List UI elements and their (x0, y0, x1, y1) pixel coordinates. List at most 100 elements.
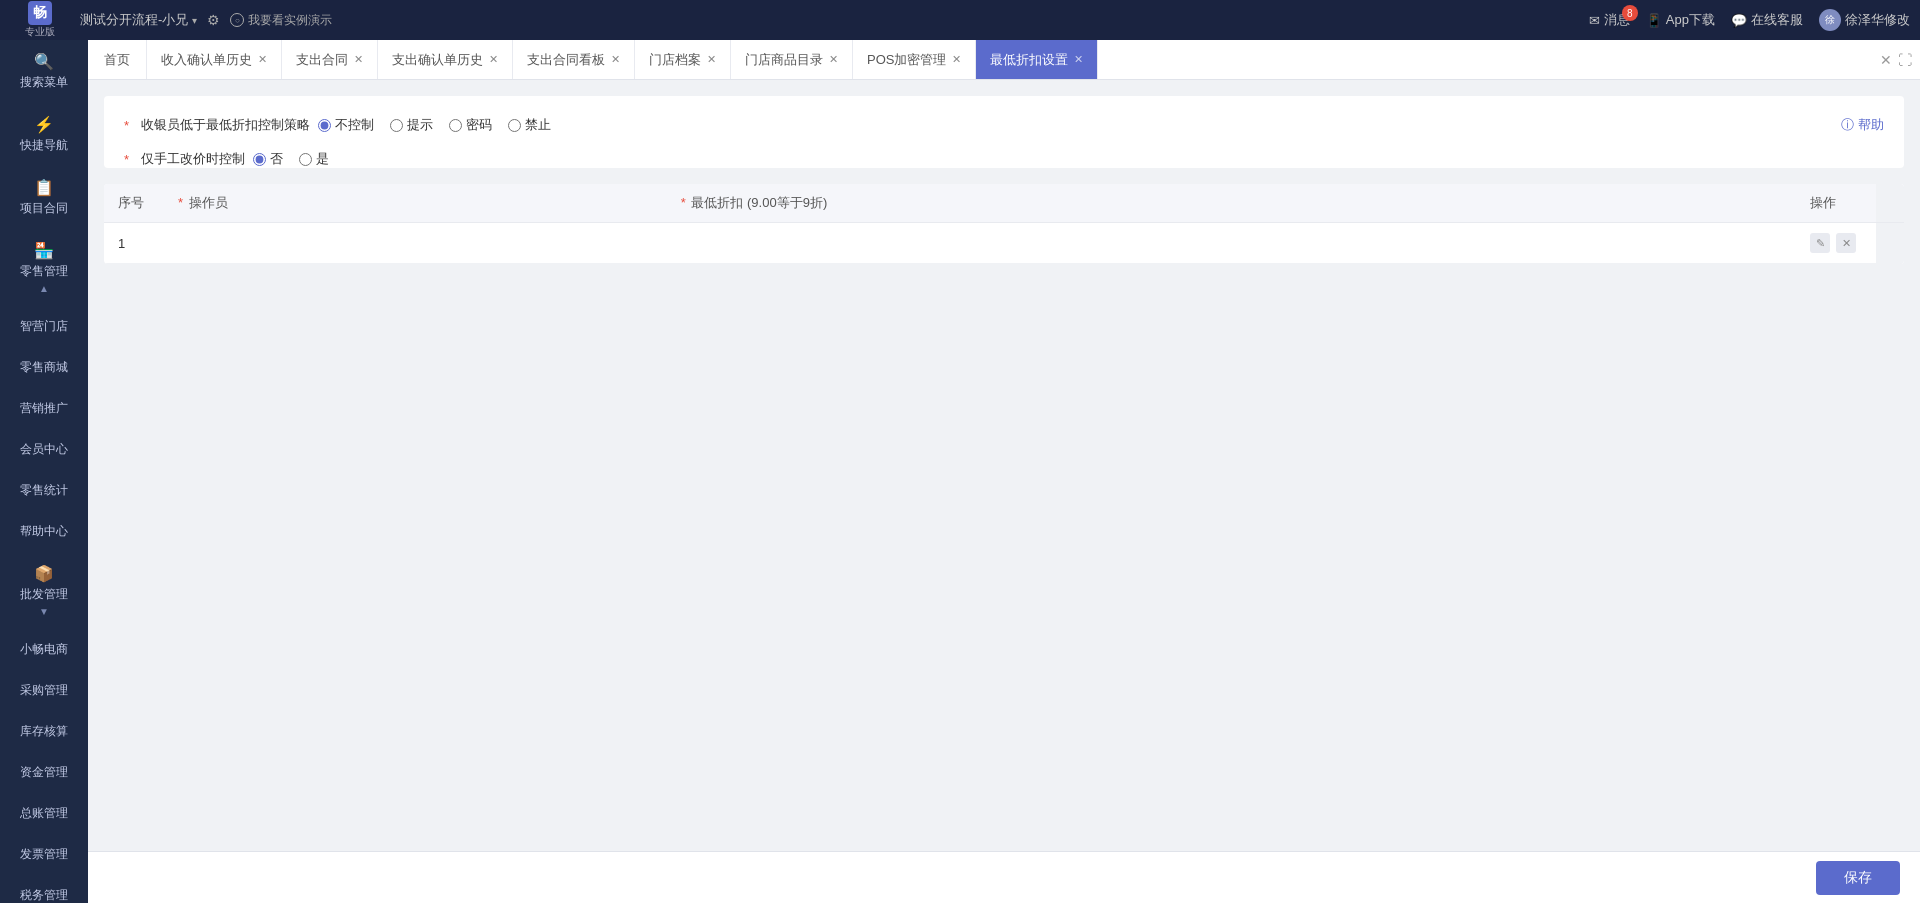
settings-icon[interactable]: ⚙ (207, 12, 220, 28)
wholesale-icon: 📦 (34, 564, 54, 583)
tab-store-files-close-icon[interactable]: ✕ (707, 53, 716, 66)
delete-row-button[interactable]: ✕ (1836, 233, 1856, 253)
sidebar-item-help[interactable]: 帮助中心 (0, 511, 88, 552)
form-card: * 收银员低于最低折扣控制策略 不控制 提示 密码 (104, 96, 1904, 168)
sidebar-item-retail[interactable]: 🏪 零售管理 ▲ (0, 229, 88, 306)
th-scrollbar-spacer (1876, 184, 1904, 223)
avatar: 徐 (1819, 9, 1841, 31)
radio-forbid-input[interactable] (508, 119, 521, 132)
sidebar-item-inventory[interactable]: 库存核算 (0, 711, 88, 752)
sidebar-item-tax[interactable]: 税务管理 (0, 875, 88, 903)
tab-min-discount-label: 最低折扣设置 (990, 51, 1068, 69)
radio-manual-no-input[interactable] (253, 153, 266, 166)
scrollbar-spacer-cell (1876, 223, 1904, 264)
tab-store-catalog-close-icon[interactable]: ✕ (829, 53, 838, 66)
tab-min-discount[interactable]: 最低折扣设置 ✕ (976, 40, 1098, 80)
radio-manual-yes-label: 是 (316, 150, 329, 168)
radio-remind-input[interactable] (390, 119, 403, 132)
radio-manual-no[interactable]: 否 (253, 150, 283, 168)
sidebar-item-search[interactable]: 🔍 搜索菜单 (0, 40, 88, 103)
discount-policy-label: 收银员低于最低折扣控制策略 (141, 116, 310, 134)
edit-row-button[interactable]: ✎ (1810, 233, 1830, 253)
messages-button[interactable]: ✉ 消息 8 (1589, 11, 1630, 29)
tab-payment-board-label: 支出合同看板 (527, 51, 605, 69)
user-menu[interactable]: 徐 徐泽华修改 (1819, 9, 1910, 31)
tab-payment-history-close-icon[interactable]: ✕ (489, 53, 498, 66)
sidebar-item-ecommerce[interactable]: 小畅电商 (0, 629, 88, 670)
th-operator-required-star: * (178, 195, 183, 210)
online-service-button[interactable]: 💬 在线客服 (1731, 11, 1803, 29)
tab-payment-history[interactable]: 支出确认单历史 ✕ (378, 40, 513, 80)
tab-pos-password-label: POS加密管理 (867, 51, 946, 69)
th-action-label: 操作 (1810, 195, 1836, 210)
tab-income-history-close-icon[interactable]: ✕ (258, 53, 267, 66)
tab-home-label: 首页 (104, 51, 130, 69)
radio-forbid[interactable]: 禁止 (508, 116, 551, 134)
retail-icon: 🏪 (34, 241, 54, 260)
table-row: 1 ✎ (104, 223, 1904, 264)
tab-store-catalog[interactable]: 门店商品目录 ✕ (731, 40, 853, 80)
topbar-right: ✉ 消息 8 📱 App下载 💬 在线客服 徐 徐泽华修改 (1589, 9, 1910, 31)
radio-manual-yes-input[interactable] (299, 153, 312, 166)
username-label: 徐泽华修改 (1845, 11, 1910, 29)
help-link[interactable]: ⓘ 帮助 (1841, 116, 1884, 134)
required-star-2: * (124, 152, 129, 167)
radio-manual-yes[interactable]: 是 (299, 150, 329, 168)
tab-home[interactable]: 首页 (88, 40, 147, 80)
tab-min-discount-close-icon[interactable]: ✕ (1074, 53, 1083, 66)
sidebar-item-wholesale[interactable]: 📦 批发管理 ▼ (0, 552, 88, 629)
radio-no-control-label: 不控制 (335, 116, 374, 134)
app-version-label: 专业版 (25, 25, 55, 39)
wholesale-label: 批发管理 (20, 586, 68, 603)
delete-icon: ✕ (1842, 237, 1851, 250)
ecommerce-label: 小畅电商 (20, 641, 68, 658)
discount-policy-radio-group: 不控制 提示 密码 禁止 (318, 116, 551, 134)
sidebar-item-retail-mall[interactable]: 零售商城 (0, 347, 88, 388)
tab-payment-history-label: 支出确认单历史 (392, 51, 483, 69)
topbar: 畅 专业版 测试分开流程-小兄 ▾ ⚙ ○ 我要看实例演示 ✉ 消息 8 📱 A… (0, 0, 1920, 40)
radio-manual-no-label: 否 (270, 150, 283, 168)
radio-remind[interactable]: 提示 (390, 116, 433, 134)
demo-link[interactable]: ○ 我要看实例演示 (230, 12, 332, 29)
help-label-text: 帮助 (1858, 116, 1884, 134)
tab-pos-password[interactable]: POS加密管理 ✕ (853, 40, 976, 80)
tab-income-history[interactable]: 收入确认单历史 ✕ (147, 40, 282, 80)
cell-operator (164, 223, 667, 264)
sidebar-item-shortcut[interactable]: ⚡ 快捷导航 (0, 103, 88, 166)
sidebar-item-invoice[interactable]: 发票管理 (0, 834, 88, 875)
th-min-discount-required-star: * (681, 195, 686, 210)
tab-payment-contract-close-icon[interactable]: ✕ (354, 53, 363, 66)
tab-close-all-icon[interactable]: ✕ (1880, 52, 1892, 68)
app-download-button[interactable]: 📱 App下载 (1646, 11, 1715, 29)
th-action: 操作 (1796, 184, 1876, 223)
sidebar-item-retail-stat[interactable]: 零售统计 (0, 470, 88, 511)
sidebar-item-project[interactable]: 📋 项目合同 (0, 166, 88, 229)
project-icon: 📋 (34, 178, 54, 197)
save-button[interactable]: 保存 (1816, 861, 1900, 895)
table-header-row: 序号 * 操作员 * 最低折扣 (9.00等于9折) 操作 (104, 184, 1904, 223)
retail-mall-label: 零售商城 (20, 359, 68, 376)
tab-payment-board-close-icon[interactable]: ✕ (611, 53, 620, 66)
sidebar-item-purchase[interactable]: 采购管理 (0, 670, 88, 711)
sidebar-item-marketing[interactable]: 营销推广 (0, 388, 88, 429)
sidebar-item-ledger[interactable]: 总账管理 (0, 793, 88, 834)
edit-icon: ✎ (1816, 237, 1825, 250)
th-min-discount: * 最低折扣 (9.00等于9折) (667, 184, 1796, 223)
sidebar-item-member[interactable]: 会员中心 (0, 429, 88, 470)
tab-payment-contract[interactable]: 支出合同 ✕ (282, 40, 378, 80)
purchase-label: 采购管理 (20, 682, 68, 699)
tab-payment-contract-label: 支出合同 (296, 51, 348, 69)
tab-income-history-label: 收入确认单历史 (161, 51, 252, 69)
radio-no-control[interactable]: 不控制 (318, 116, 374, 134)
tab-store-files[interactable]: 门店档案 ✕ (635, 40, 731, 80)
radio-password[interactable]: 密码 (449, 116, 492, 134)
radio-no-control-input[interactable] (318, 119, 331, 132)
radio-password-input[interactable] (449, 119, 462, 132)
tab-payment-board[interactable]: 支出合同看板 ✕ (513, 40, 635, 80)
tax-label: 税务管理 (20, 887, 68, 903)
sidebar-item-finance[interactable]: 资金管理 (0, 752, 88, 793)
project-selector[interactable]: 测试分开流程-小兄 ▾ (80, 11, 197, 29)
tab-pos-password-close-icon[interactable]: ✕ (952, 53, 961, 66)
tab-expand-icon[interactable]: ⛶ (1898, 52, 1912, 68)
sidebar-item-smart-store[interactable]: 智营门店 (0, 306, 88, 347)
